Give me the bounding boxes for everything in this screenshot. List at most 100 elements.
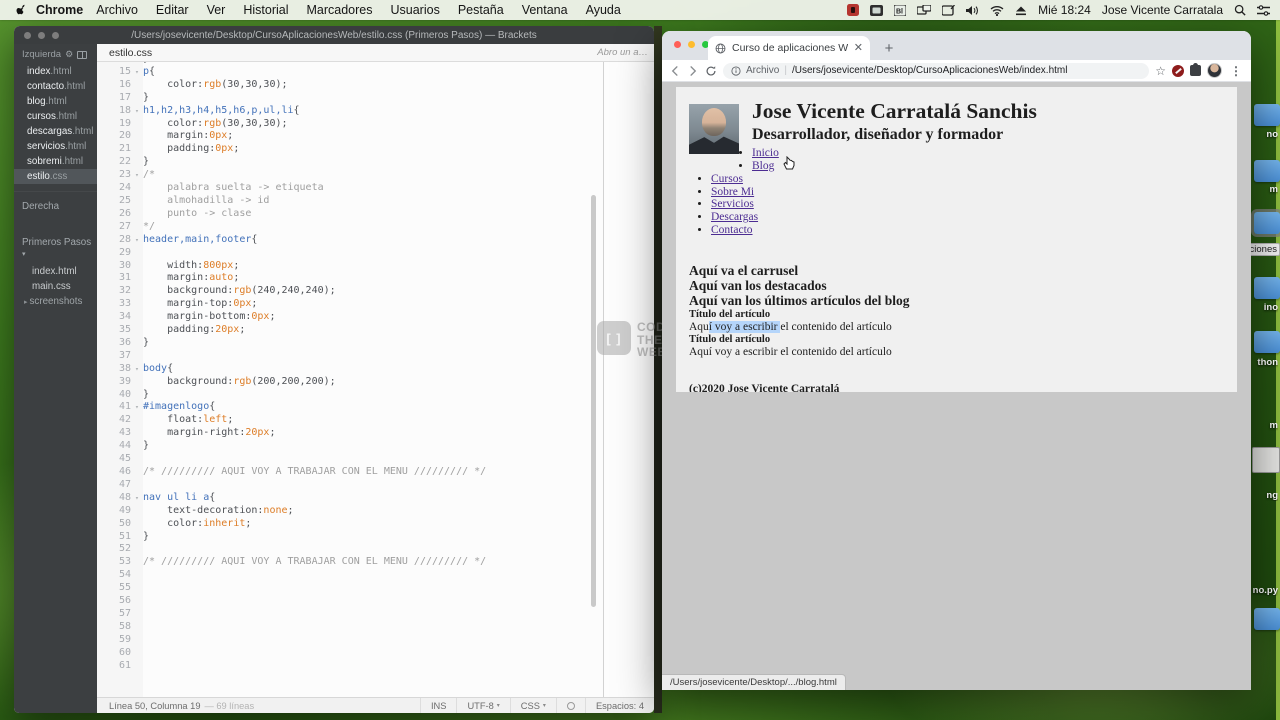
code-line[interactable]: 54 ▾ xyxy=(97,569,654,582)
menubar-item[interactable]: Marcadores xyxy=(307,3,373,17)
desktop-file-icon[interactable] xyxy=(1252,447,1280,473)
menubar-item[interactable]: Historial xyxy=(243,3,288,17)
language-select[interactable]: CSS ▾ xyxy=(509,698,556,713)
code-line[interactable]: 37 ▾ xyxy=(97,350,654,363)
code-line[interactable]: 45 ▾ xyxy=(97,453,654,466)
minimize-window-icon[interactable] xyxy=(38,31,45,39)
code-line[interactable]: 38 ▾ body{ xyxy=(97,363,654,376)
nav-link[interactable]: Inicio xyxy=(752,147,779,159)
chrome-traffic-lights[interactable] xyxy=(674,41,709,48)
code-line[interactable]: 56 ▾ xyxy=(97,595,654,608)
code-line[interactable]: 33 ▾ margin-top:0px; xyxy=(97,298,654,311)
chrome-menu-icon[interactable]: ⋮ xyxy=(1228,64,1244,78)
fold-arrow-icon[interactable]: ▾ xyxy=(131,234,143,247)
nav-link[interactable]: Descargas xyxy=(711,211,758,223)
code-line[interactable]: 22 ▾ } xyxy=(97,156,654,169)
menubar-app-name[interactable]: Chrome xyxy=(36,3,83,17)
code-line[interactable]: 28 ▾ header,main,footer{ xyxy=(97,234,654,247)
reload-button[interactable] xyxy=(705,65,717,77)
code-line[interactable]: 51 ▾ } xyxy=(97,531,654,544)
browser-tab[interactable]: Curso de aplicaciones Web ✕ xyxy=(708,36,870,60)
code-editor[interactable]: 14 ▾ } 15 ▾ p{ 16 xyxy=(97,62,654,697)
tree-file-item[interactable]: ▸ screenshots xyxy=(14,294,97,309)
fold-arrow-icon[interactable]: ▾ xyxy=(131,66,143,79)
code-line[interactable]: 26 ▾ punto -> clase xyxy=(97,208,654,221)
menubar-clock[interactable]: Mié 18:24 xyxy=(1038,3,1091,17)
menubar-item[interactable]: Archivo xyxy=(96,3,138,17)
close-window-icon[interactable] xyxy=(24,31,31,39)
sidebar-panel-label-right[interactable]: Derecha xyxy=(14,191,97,215)
menubar-item[interactable]: Ventana xyxy=(522,3,568,17)
sidebar-file-item[interactable]: index.html xyxy=(14,64,97,79)
notification-center-icon[interactable] xyxy=(1257,4,1270,16)
menubar-item[interactable]: Ayuda xyxy=(586,3,621,17)
code-line[interactable]: 58 ▾ xyxy=(97,621,654,634)
desktop-icon-label-editing[interactable]: ciones xyxy=(1246,243,1280,256)
code-line[interactable]: 24 ▾ palabra suelta -> etiqueta xyxy=(97,182,654,195)
code-line[interactable]: 46 ▾ /* ///////// AQUI VOY A TRABAJAR CO… xyxy=(97,466,654,479)
nav-link[interactable]: Sobre Mi xyxy=(711,186,754,198)
brackets-traffic-lights[interactable] xyxy=(24,31,59,39)
split-view-icon[interactable] xyxy=(77,50,88,59)
code-line[interactable]: 21 ▾ padding:0px; xyxy=(97,143,654,156)
menubar-user-name[interactable]: Jose Vicente Carratala xyxy=(1102,3,1223,17)
tree-file-item[interactable]: ▸main.css xyxy=(14,279,97,294)
code-line[interactable]: 60 ▾ xyxy=(97,647,654,660)
code-line[interactable]: 34 ▾ margin-bottom:0px; xyxy=(97,311,654,324)
desktop-folder-icon-selected[interactable] xyxy=(1254,212,1280,234)
adblock-extension-icon[interactable] xyxy=(1172,64,1184,77)
extension-icon[interactable] xyxy=(1190,63,1201,76)
code-line[interactable]: 49 ▾ text-decoration:none; xyxy=(97,505,654,518)
sidebar-file-item[interactable]: descargas.html xyxy=(14,124,97,139)
sidebar-file-item[interactable]: servicios.html xyxy=(14,139,97,154)
desktop-folder-icon[interactable] xyxy=(1254,331,1280,353)
tablet-input-icon[interactable] xyxy=(942,4,956,16)
zoom-window-icon[interactable] xyxy=(52,31,59,39)
close-window-icon[interactable] xyxy=(674,41,681,48)
code-line[interactable]: 32 ▾ background:rgb(240,240,240); xyxy=(97,285,654,298)
code-line[interactable]: 20 ▾ margin:0px; xyxy=(97,130,654,143)
code-line[interactable]: 36 ▾ } xyxy=(97,337,654,350)
code-line[interactable]: 44 ▾ } xyxy=(97,440,654,453)
eject-icon[interactable] xyxy=(1015,5,1027,16)
close-tab-icon[interactable]: ✕ xyxy=(854,43,863,54)
code-line[interactable]: 61 ▾ xyxy=(97,660,654,673)
menubar-item[interactable]: Pestaña xyxy=(458,3,504,17)
code-line[interactable]: 41 ▾ #imagenlogo{ xyxy=(97,401,654,414)
code-line[interactable]: 23 ▾ /* xyxy=(97,169,654,182)
sidebar-file-item[interactable]: contacto.html xyxy=(14,79,97,94)
code-line[interactable]: 15 ▾ p{ xyxy=(97,66,654,79)
editor-file-header[interactable]: estilo.css Abro un a… xyxy=(97,44,654,62)
code-line[interactable]: 48 ▾ nav ul li a{ xyxy=(97,492,654,505)
gear-icon[interactable]: ⚙ xyxy=(65,49,73,60)
profile-avatar[interactable] xyxy=(1207,63,1222,78)
status-app-icon-bi[interactable]: Bl xyxy=(894,4,907,16)
code-line[interactable]: 55 ▾ xyxy=(97,582,654,595)
nav-link[interactable]: Cursos xyxy=(711,173,743,185)
tree-file-item[interactable]: ▸index.html xyxy=(14,264,97,279)
encoding-select[interactable]: UTF-8 ▾ xyxy=(456,698,509,713)
sidebar-file-item[interactable]: blog.html xyxy=(14,94,97,109)
fold-arrow-icon[interactable]: ▾ xyxy=(131,401,143,414)
chrome-tabstrip[interactable]: Curso de aplicaciones Web ✕ + xyxy=(662,31,1251,60)
code-line[interactable]: 43 ▾ margin-right:20px; xyxy=(97,427,654,440)
code-line[interactable]: 53 ▾ /* ///////// AQUI VOY A TRABAJAR CO… xyxy=(97,556,654,569)
project-dropdown[interactable]: Primeros Pasos ▾ xyxy=(14,215,97,264)
status-app-icon-tv[interactable] xyxy=(870,4,884,16)
code-line[interactable]: 17 ▾ } xyxy=(97,92,654,105)
code-line[interactable]: 42 ▾ float:left; xyxy=(97,414,654,427)
volume-icon[interactable] xyxy=(966,5,979,16)
info-icon[interactable] xyxy=(731,65,741,76)
insert-mode-indicator[interactable]: INS xyxy=(419,698,457,713)
code-line[interactable]: 19 ▾ color:rgb(30,30,30); xyxy=(97,118,654,131)
lint-status-icon[interactable] xyxy=(555,698,585,713)
spotlight-search-icon[interactable] xyxy=(1234,4,1246,16)
code-line[interactable]: 40 ▾ } xyxy=(97,389,654,402)
new-tab-button[interactable]: + xyxy=(880,39,898,57)
editor-right-pane[interactable] xyxy=(603,62,654,697)
menubar-item[interactable]: Usuarios xyxy=(391,3,440,17)
code-line[interactable]: 59 ▾ xyxy=(97,634,654,647)
brackets-titlebar[interactable]: /Users/josevicente/Desktop/CursoAplicaci… xyxy=(14,26,654,44)
desktop-folder-icon[interactable] xyxy=(1254,160,1280,182)
code-line[interactable]: 29 ▾ xyxy=(97,247,654,260)
